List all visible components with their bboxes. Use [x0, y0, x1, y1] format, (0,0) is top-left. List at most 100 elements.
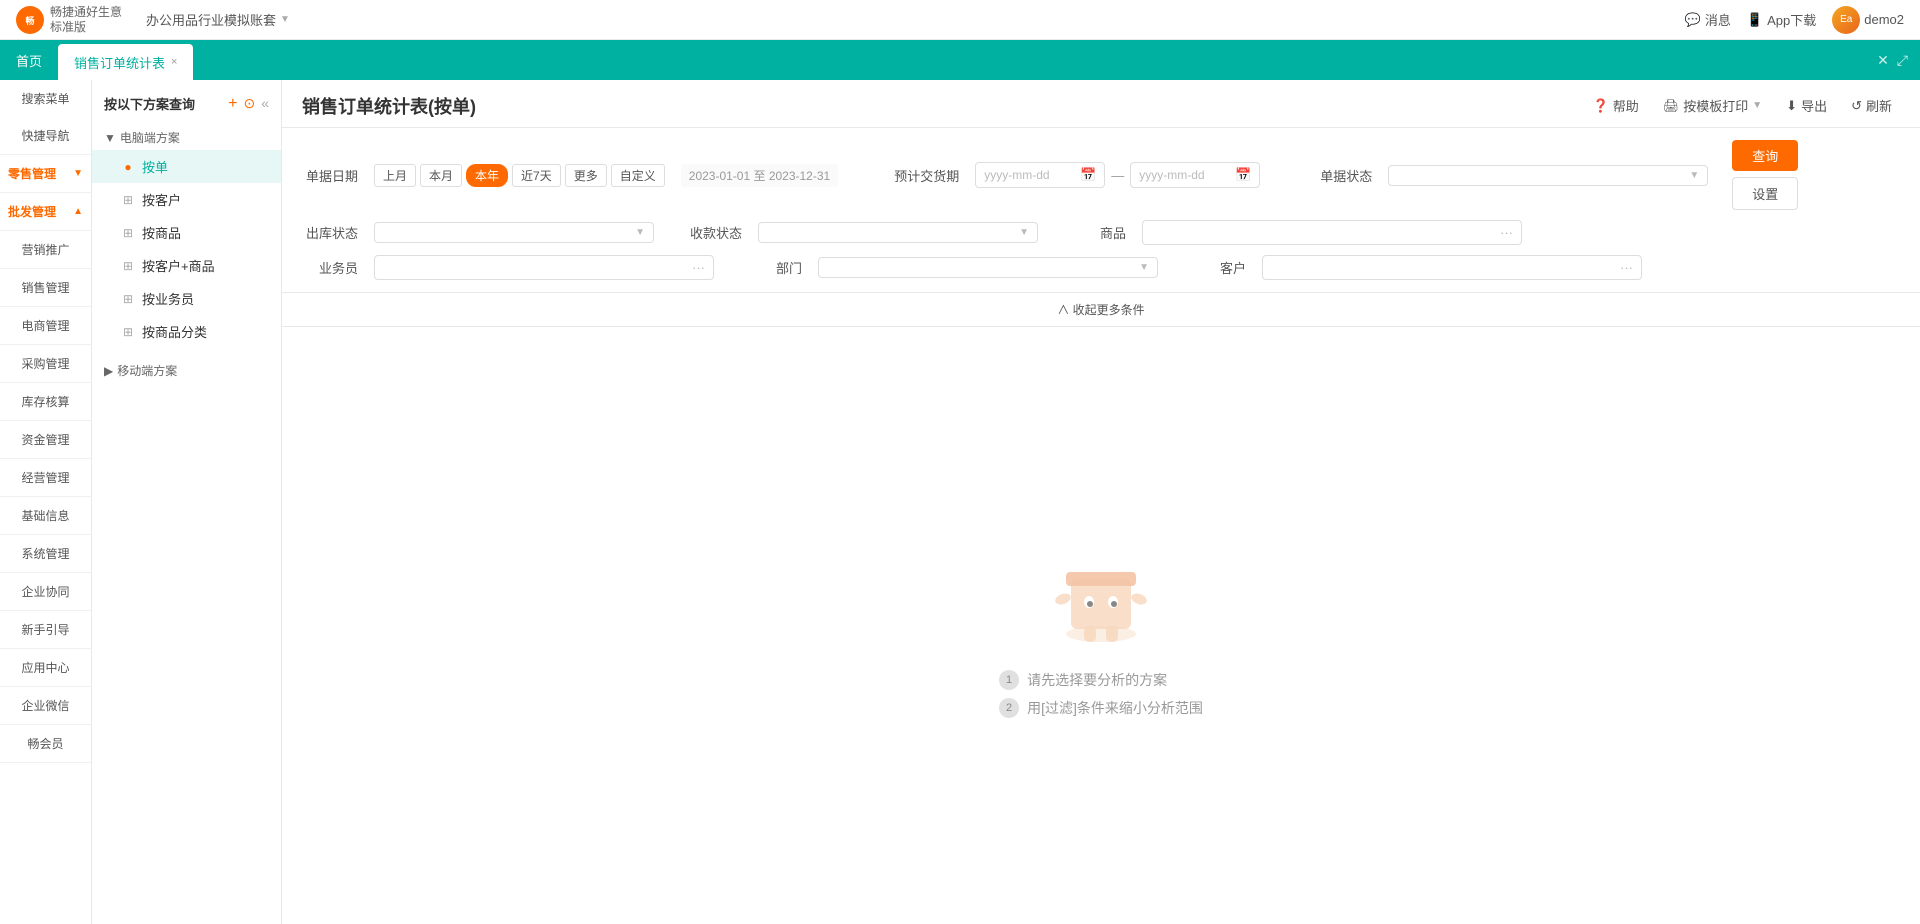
scheme-item-by-customer-goods-label: 按客户+商品	[142, 256, 215, 275]
app-download-button[interactable]: 📱 App下载	[1747, 10, 1816, 29]
sidebar-item-sales[interactable]: 销售管理	[0, 269, 91, 307]
calendar-to-icon: 📅	[1235, 167, 1251, 183]
sidebar-item-retail[interactable]: 零售管理 ▼	[0, 155, 91, 193]
sidebar-search-menu[interactable]: 搜索菜单	[0, 80, 91, 117]
scheme-item-by-salesperson[interactable]: ⊞ 按业务员	[92, 282, 281, 315]
logo-text: 畅捷通好生意 标准版	[50, 5, 122, 34]
customer-input[interactable]: ···	[1262, 255, 1642, 280]
scheme-item-category-icon: ⊞	[120, 324, 136, 340]
avatar: Ea	[1832, 6, 1860, 34]
user-menu[interactable]: Ea demo2	[1832, 6, 1904, 34]
date-btn-lastmonth[interactable]: 上月	[374, 164, 416, 187]
status-select[interactable]: ▼	[1388, 165, 1708, 186]
settings-button[interactable]: 设置	[1732, 177, 1798, 210]
sidebar-newuser-label: 新手引导	[21, 621, 69, 638]
date-btn-thisyear[interactable]: 本年	[466, 164, 508, 187]
sidebar-item-ecommerce[interactable]: 电商管理	[0, 307, 91, 345]
help-label: 帮助	[1613, 96, 1639, 115]
sidebar-item-wechat[interactable]: 企业微信	[0, 687, 91, 725]
date-btn-thismonth[interactable]: 本月	[420, 164, 462, 187]
salesperson-placeholder: ···	[692, 260, 705, 275]
message-button[interactable]: 💬 消息	[1685, 10, 1731, 29]
status-filter-label: 单据状态	[1316, 166, 1372, 185]
sidebar-item-member[interactable]: 畅会员	[0, 725, 91, 763]
scheme-item-by-goods[interactable]: ⊞ 按商品	[92, 216, 281, 249]
scheme-item-by-customer[interactable]: ⊞ 按客户	[92, 183, 281, 216]
sidebar-item-appstore[interactable]: 应用中心	[0, 649, 91, 687]
quick-nav-label: 快捷导航	[21, 129, 69, 143]
empty-hint-1: 1 请先选择要分析的方案	[999, 670, 1203, 690]
scheme-item-by-customer-goods[interactable]: ⊞ 按客户+商品	[92, 249, 281, 282]
logo-area: 畅 畅捷通好生意 标准版	[16, 5, 122, 34]
query-button[interactable]: 查询	[1732, 140, 1798, 171]
scheme-item-by-category-label: 按商品分类	[142, 322, 207, 341]
date-from-input[interactable]: yyyy-mm-dd 📅	[975, 162, 1105, 188]
sidebar-item-wholesale[interactable]: 批发管理 ▲	[0, 193, 91, 231]
sidebar-finance-label: 资金管理	[21, 431, 69, 448]
sidebar-item-inventory[interactable]: 库存核算	[0, 383, 91, 421]
date-btn-more[interactable]: 更多	[565, 164, 607, 187]
search-menu-label: 搜索菜单	[21, 92, 69, 106]
date-btn-custom[interactable]: 自定义	[611, 164, 665, 187]
sidebar-item-purchase[interactable]: 采购管理	[0, 345, 91, 383]
tab-home[interactable]: 首页	[0, 40, 58, 80]
sidebar-item-basic[interactable]: 基础信息	[0, 497, 91, 535]
collapse-bar[interactable]: ∧ 收起更多条件	[282, 293, 1920, 327]
template-print-button[interactable]: 🖨 按模板打印 ▼	[1655, 92, 1770, 119]
scheme-collapse-icon[interactable]: «	[261, 95, 269, 113]
top-bar-left: 畅 畅捷通好生意 标准版 办公用品行业模拟账套 ▼	[16, 5, 290, 34]
help-button[interactable]: ❓ 帮助	[1585, 92, 1647, 119]
scheme-item-active-icon: ●	[120, 159, 136, 175]
app-selector[interactable]: 办公用品行业模拟账套 ▼	[146, 10, 290, 29]
sidebar-item-enterprise[interactable]: 企业协同	[0, 573, 91, 611]
date-btn-7days[interactable]: 近7天	[512, 164, 561, 187]
date-to-input[interactable]: yyyy-mm-dd 📅	[1130, 162, 1260, 188]
scheme-group-expand-icon: ▼	[104, 131, 116, 145]
scheme-item-by-order[interactable]: ● 按单	[92, 150, 281, 183]
collapse-label: ∧ 收起更多条件	[1057, 303, 1144, 317]
department-select[interactable]: ▼	[818, 257, 1158, 278]
hint-num-1: 1	[999, 670, 1019, 690]
customer-placeholder: ···	[1620, 260, 1633, 275]
sidebar-quick-nav[interactable]: 快捷导航	[0, 117, 91, 155]
refresh-icon: ↺	[1851, 98, 1862, 114]
sidebar-item-newuser[interactable]: 新手引导	[0, 611, 91, 649]
filter-row-2: 出库状态 ▼ 收款状态 ▼ 商品 ···	[302, 220, 1900, 245]
sidebar-item-finance[interactable]: 资金管理	[0, 421, 91, 459]
scheme-group-pc-title[interactable]: ▼ 电脑端方案	[92, 123, 281, 150]
tab-close-icon[interactable]: ×	[171, 56, 177, 68]
refresh-button[interactable]: ↺ 刷新	[1843, 92, 1900, 119]
tab-sales-order[interactable]: 销售订单统计表 ×	[58, 44, 193, 80]
scheme-group-pc-label: 电脑端方案	[120, 129, 180, 146]
export-icon: ⬇	[1786, 98, 1797, 114]
date-range-text: 2023-01-01 至 2023-12-31	[681, 164, 838, 187]
empty-hints: 1 请先选择要分析的方案 2 用[过滤]条件来缩小分析范围	[999, 670, 1203, 718]
goods-input[interactable]: ···	[1142, 220, 1522, 245]
sidebar-marketing-label: 营销推广	[21, 241, 69, 258]
sidebar-item-operations[interactable]: 经营管理	[0, 459, 91, 497]
sidebar-item-system[interactable]: 系统管理	[0, 535, 91, 573]
scheme-add-icon[interactable]: +	[228, 95, 237, 113]
sidebar-appstore-label: 应用中心	[21, 659, 69, 676]
tab-maximize-icon[interactable]: ⤢	[1897, 52, 1908, 69]
app-download-label: App下载	[1767, 10, 1816, 29]
predicted-date-range: yyyy-mm-dd 📅 — yyyy-mm-dd 📅	[975, 162, 1260, 188]
payment-status-select[interactable]: ▼	[758, 222, 1038, 243]
template-print-label: 按模板打印	[1683, 96, 1748, 115]
page-title: 销售订单统计表(按单)	[302, 93, 476, 119]
tab-close-window-icon[interactable]: ✕	[1877, 52, 1889, 69]
scheme-settings-icon[interactable]: ⊙	[243, 95, 255, 113]
delivery-status-select[interactable]: ▼	[374, 222, 654, 243]
scheme-item-customer-icon: ⊞	[120, 192, 136, 208]
tab-sales-order-label: 销售订单统计表	[74, 53, 165, 72]
scheme-group-pc: ▼ 电脑端方案 ● 按单 ⊞ 按客户 ⊞ 按商品 ⊞ 按客户+商品	[92, 119, 281, 352]
sidebar-wholesale-label: 批发管理	[8, 203, 56, 220]
scheme-group-mobile-title[interactable]: ▶ 移动端方案	[92, 356, 281, 383]
salesperson-input[interactable]: ···	[374, 255, 714, 280]
filter-area: 单据日期 上月 本月 本年 近7天 更多 自定义 2023-01-01 至 20…	[282, 128, 1920, 293]
scheme-item-by-category[interactable]: ⊞ 按商品分类	[92, 315, 281, 348]
sidebar-enterprise-label: 企业协同	[21, 583, 69, 600]
scheme-panel: 按以下方案查询 + ⊙ « ▼ 电脑端方案 ● 按单 ⊞ 按客户	[92, 80, 282, 924]
sidebar-item-marketing[interactable]: 营销推广	[0, 231, 91, 269]
export-button[interactable]: ⬇ 导出	[1778, 92, 1835, 119]
